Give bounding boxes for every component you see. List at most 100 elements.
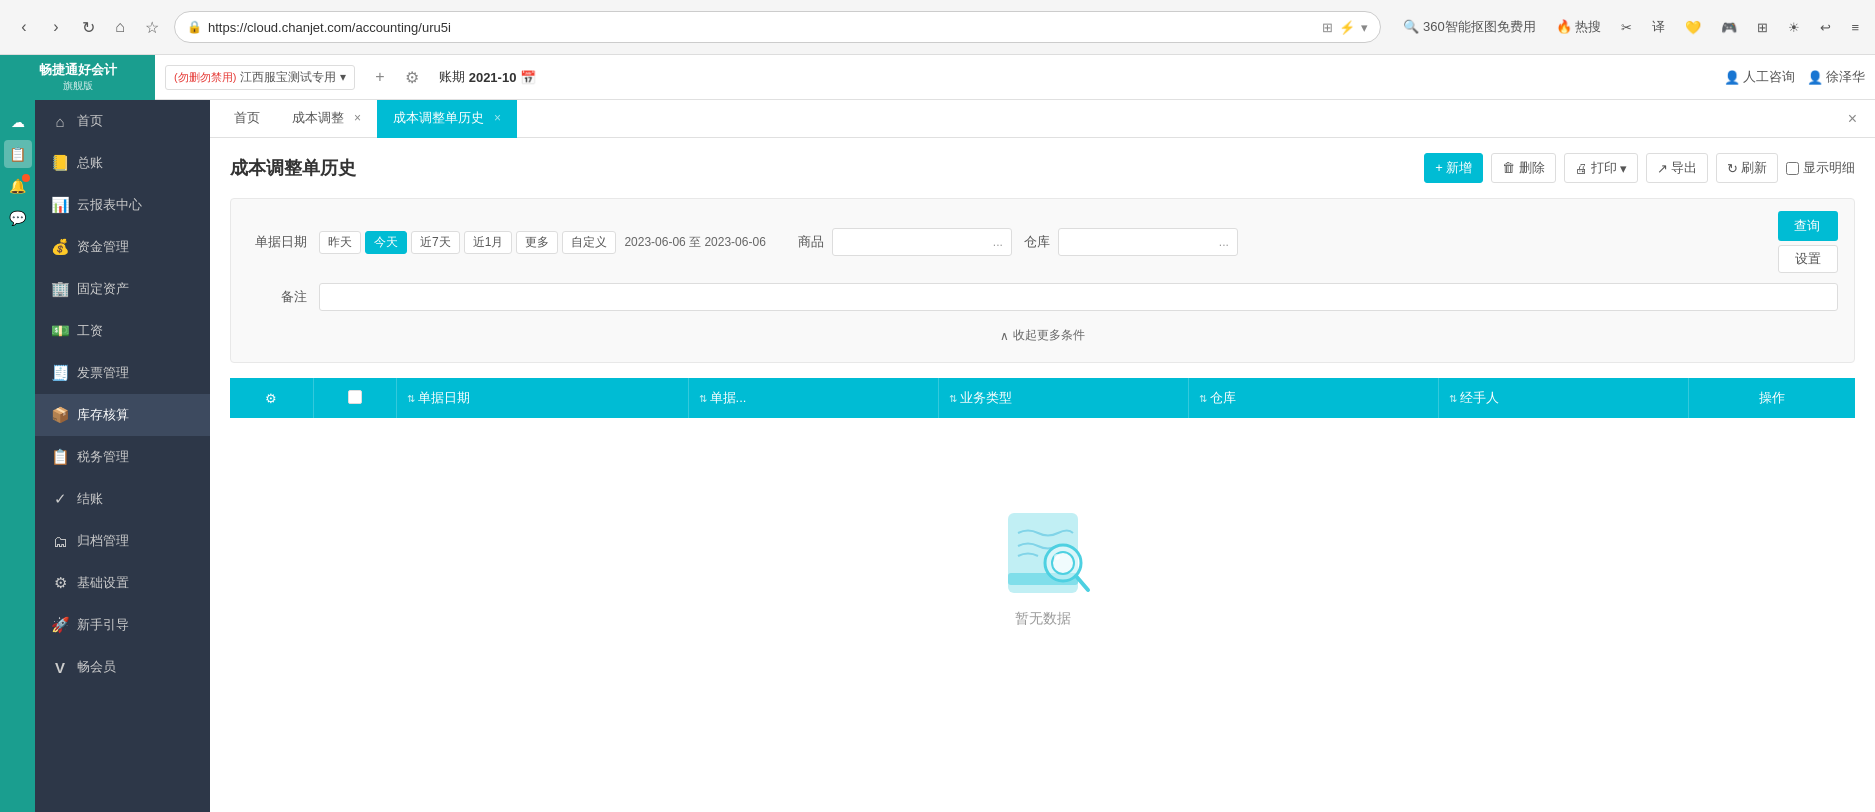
col-operator-header[interactable]: ⇅ 经手人 <box>1438 378 1688 418</box>
goods-filter: 商品 ... <box>798 228 1012 256</box>
tab-cost-adjust-close[interactable]: × <box>354 111 361 125</box>
add-tab-button[interactable]: + <box>365 63 394 91</box>
calendar-icon[interactable]: 📅 <box>520 70 536 85</box>
avatar: 👤 <box>1807 70 1823 85</box>
sidebar-item-guide[interactable]: 🚀 新手引导 <box>35 604 210 646</box>
forward-button[interactable]: › <box>42 13 70 41</box>
chevron-down-icon[interactable]: ▾ <box>1361 20 1368 35</box>
consult-button[interactable]: 👤 人工咨询 <box>1724 68 1795 86</box>
wallet-icon[interactable]: 💛 <box>1679 16 1707 39</box>
left-icon-3[interactable]: 🔔 <box>4 172 32 200</box>
sidebar-item-archive[interactable]: 🗂 归档管理 <box>35 520 210 562</box>
new-button[interactable]: + 新增 <box>1424 153 1483 183</box>
empty-state-illustration <box>993 498 1103 608</box>
translate-icon[interactable]: 译 <box>1646 14 1671 40</box>
date-btn-more[interactable]: 更多 <box>516 231 558 254</box>
empty-text: 暂无数据 <box>1015 610 1071 628</box>
tab-cost-adjust-history-close[interactable]: × <box>494 111 501 125</box>
col-date-header[interactable]: ⇅ 单据日期 <box>397 378 689 418</box>
query-button[interactable]: 查询 <box>1778 211 1838 241</box>
sidebar-item-member[interactable]: V 畅会员 <box>35 646 210 688</box>
left-icon-4[interactable]: 💬 <box>4 204 32 232</box>
app-header: 畅捷通好会计 旗舰版 (勿删勿禁用) 江西服宝测试专用 ▾ + ⚙ 账期 202… <box>0 55 1875 100</box>
undo-icon[interactable]: ↩ <box>1814 16 1837 39</box>
hot-search-btn[interactable]: 🔥 热搜 <box>1550 14 1608 40</box>
delete-button[interactable]: 🗑 删除 <box>1491 153 1556 183</box>
date-btn-yesterday[interactable]: 昨天 <box>319 231 361 254</box>
content-area: 首页 成本调整 × 成本调整单历史 × × 成本调整单历史 + 新增 🗑 删除 <box>210 100 1875 812</box>
back-button[interactable]: ‹ <box>10 13 38 41</box>
archive-icon: 🗂 <box>51 533 69 550</box>
star-button[interactable]: ☆ <box>138 13 166 41</box>
company-name-text: 江西服宝测试专用 <box>240 69 336 86</box>
tab-cost-adjust[interactable]: 成本调整 × <box>276 100 377 138</box>
sidebar-label-assets: 固定资产 <box>77 280 129 298</box>
company-selector[interactable]: (勿删勿禁用) 江西服宝测试专用 ▾ <box>165 65 355 90</box>
display-checkbox-input[interactable] <box>1786 162 1799 175</box>
left-icon-2[interactable]: 📋 <box>4 140 32 168</box>
sidebar-item-funds[interactable]: 💰 资金管理 <box>35 226 210 268</box>
sidebar-item-settings[interactable]: ⚙ 基础设置 <box>35 562 210 604</box>
address-bar[interactable]: 🔒 https://cloud.chanjet.com/accounting/u… <box>174 11 1381 43</box>
data-table: ⚙ ⇅ 单据日期 ⇅ 单据... <box>230 378 1855 708</box>
refresh-button[interactable]: ↻ 刷新 <box>1716 153 1778 183</box>
sidebar-item-payroll[interactable]: 💵 工资 <box>35 310 210 352</box>
warehouse-selector[interactable]: ... <box>1058 228 1238 256</box>
collapse-label: 收起更多条件 <box>1013 327 1085 344</box>
home-button[interactable]: ⌂ <box>106 13 134 41</box>
sidebar-item-reports[interactable]: 📊 云报表中心 <box>35 184 210 226</box>
ledger-icon: 📒 <box>51 154 69 172</box>
sidebar-item-assets[interactable]: 🏢 固定资产 <box>35 268 210 310</box>
print-button[interactable]: 🖨 🖨 打印 打印 ▾ <box>1564 153 1638 183</box>
select-all-checkbox[interactable] <box>348 390 362 404</box>
export-button[interactable]: ↗ 导出 <box>1646 153 1708 183</box>
tabs-bar: 首页 成本调整 × 成本调整单历史 × × <box>210 100 1875 138</box>
scissors-icon[interactable]: ✂ <box>1615 16 1638 39</box>
print-dropdown[interactable]: ▾ <box>1620 161 1627 176</box>
query-buttons: 查询 设置 <box>1778 211 1838 273</box>
remarks-input[interactable] <box>319 283 1838 311</box>
date-btn-custom[interactable]: 自定义 <box>562 231 616 254</box>
sidebar-item-ledger[interactable]: 📒 总账 <box>35 142 210 184</box>
sidebar-item-home[interactable]: ⌂ 首页 <box>35 100 210 142</box>
col-settings-header[interactable]: ⚙ <box>230 378 313 418</box>
sidebar-item-inventory[interactable]: 📦 库存核算 <box>35 394 210 436</box>
browser-right-buttons: 🔍 360智能抠图免费用 🔥 热搜 ✂ 译 💛 🎮 ⊞ ☀ ↩ ≡ <box>1397 14 1865 40</box>
grid-icon-top[interactable]: ⊞ <box>1751 16 1774 39</box>
user-button[interactable]: 👤 徐泽华 <box>1807 68 1865 86</box>
date-btn-7days[interactable]: 近7天 <box>411 231 460 254</box>
left-icon-1[interactable]: ☁ <box>4 108 32 136</box>
settings-header-icon[interactable]: ⚙ <box>405 68 419 87</box>
search-btn[interactable]: 🔍 360智能抠图免费用 <box>1397 14 1541 40</box>
left-icon-bar: ☁ 📋 🔔 💬 <box>0 100 35 812</box>
sidebar-item-tax[interactable]: 📋 税务管理 <box>35 436 210 478</box>
goods-selector[interactable]: ... <box>832 228 1012 256</box>
sun-icon[interactable]: ☀ <box>1782 16 1806 39</box>
menu-icon[interactable]: ≡ <box>1845 16 1865 39</box>
col-voucher-header[interactable]: ⇅ 单据... <box>688 378 938 418</box>
settings-filter-button[interactable]: 设置 <box>1778 245 1838 273</box>
col-type-header[interactable]: ⇅ 业务类型 <box>938 378 1188 418</box>
tab-home[interactable]: 首页 <box>218 100 276 138</box>
col-warehouse-header[interactable]: ⇅ 仓库 <box>1188 378 1438 418</box>
col-checkbox-header[interactable] <box>313 378 396 418</box>
collapse-row[interactable]: ∧ 收起更多条件 <box>247 321 1838 350</box>
sort-icon-voucher: ⇅ <box>699 393 710 404</box>
sidebar: ⌂ 首页 📒 总账 📊 云报表中心 💰 资金管理 🏢 固定资产 💵 工资 🧾 发… <box>35 100 210 812</box>
period-value: 2021-10 <box>469 70 517 85</box>
sort-icon-date: ⇅ <box>407 393 418 404</box>
svg-point-5 <box>1054 554 1060 560</box>
page-title: 成本调整单历史 <box>230 156 356 180</box>
tab-cost-adjust-history[interactable]: 成本调整单历史 × <box>377 100 517 138</box>
game-icon[interactable]: 🎮 <box>1715 16 1743 39</box>
sidebar-item-invoices[interactable]: 🧾 发票管理 <box>35 352 210 394</box>
date-btn-1month[interactable]: 近1月 <box>464 231 513 254</box>
sidebar-item-closing[interactable]: ✓ 结账 <box>35 478 210 520</box>
refresh-button[interactable]: ↻ <box>74 13 102 41</box>
sidebar-label-payroll: 工资 <box>77 322 103 340</box>
display-detail-checkbox[interactable]: 显示明细 <box>1786 159 1855 177</box>
date-btn-today[interactable]: 今天 <box>365 231 407 254</box>
export-icon: ↗ <box>1657 161 1668 176</box>
close-button-right[interactable]: × <box>1838 110 1867 128</box>
date-range-text: 2023-06-06 至 2023-06-06 <box>624 234 765 251</box>
